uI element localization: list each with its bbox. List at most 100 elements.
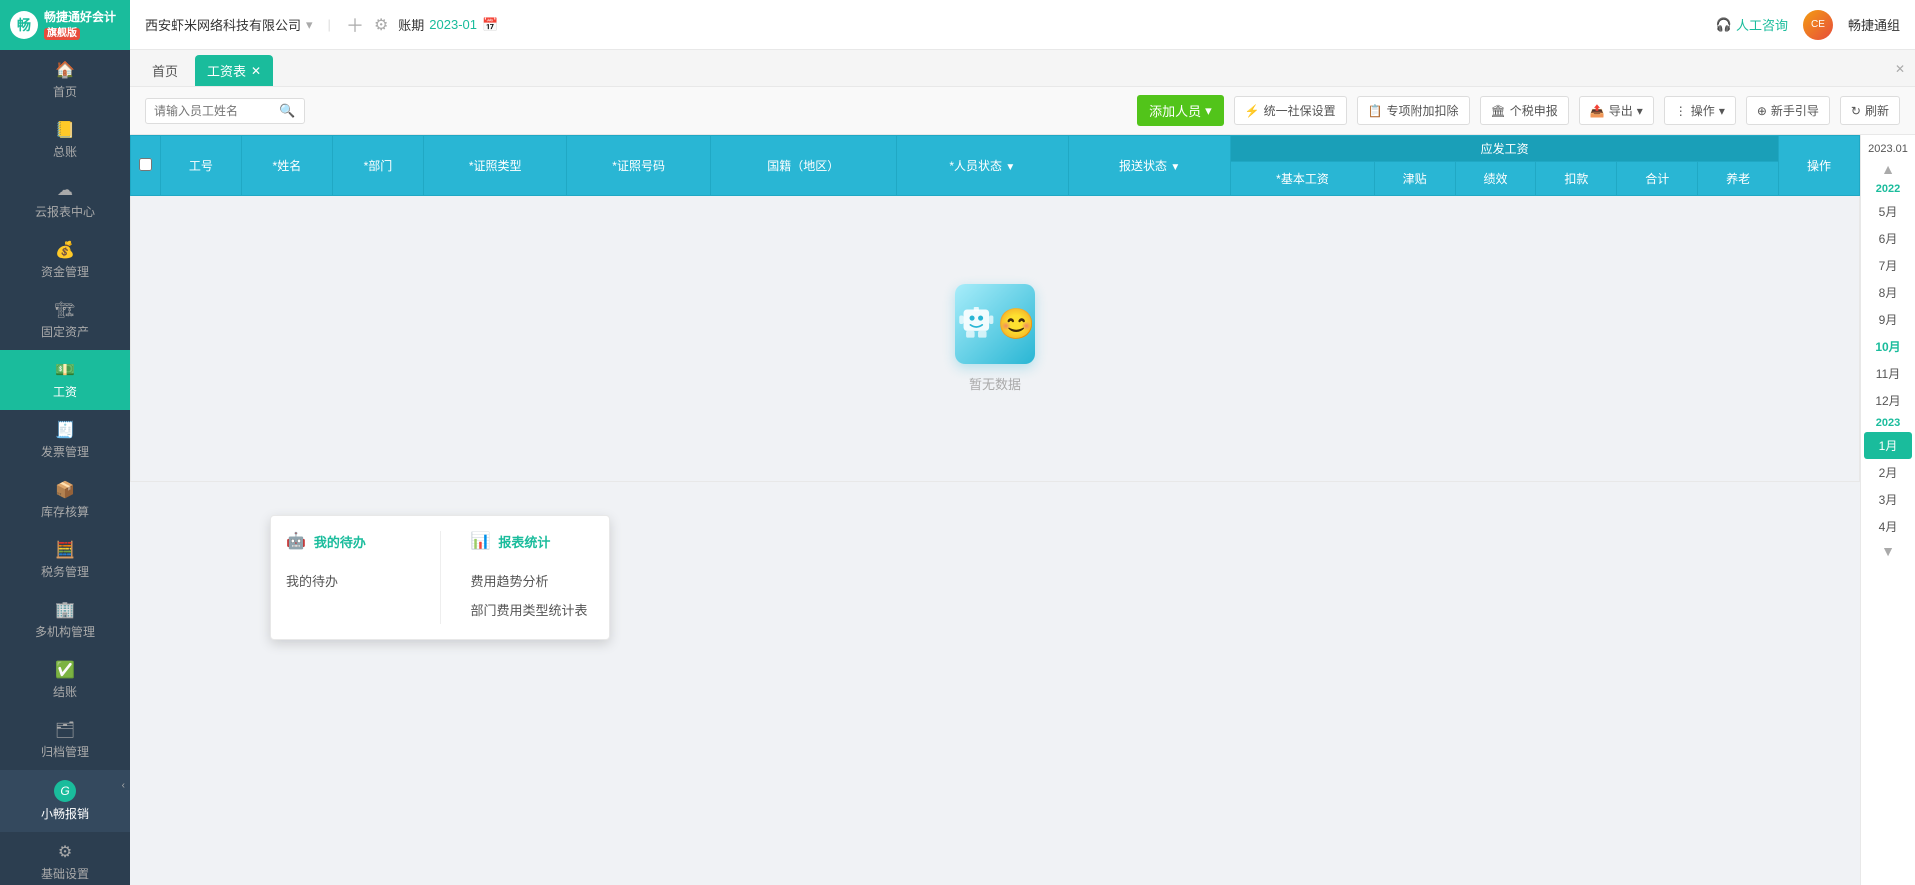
header-id: 工号 [161, 136, 242, 196]
sidebar-item-settlement[interactable]: ✅ 结账 [0, 650, 130, 710]
month-6[interactable]: 6月 [1861, 225, 1915, 252]
refresh-button[interactable]: ↻ 刷新 [1840, 96, 1900, 125]
sidebar-item-multi-org[interactable]: 🏢 多机构管理 [0, 590, 130, 650]
header-dept: *部门 [332, 136, 423, 196]
empty-state-row: 暂无数据 [131, 196, 1860, 482]
checkbox-header[interactable] [131, 136, 161, 196]
add-company-icon[interactable]: ＋ [346, 12, 364, 38]
header-id-type: *证照类型 [423, 136, 566, 196]
sidebar-item-archive[interactable]: 🗂 归档管理 [0, 710, 130, 770]
ledger-icon: 📒 [55, 120, 75, 140]
sidebar-item-label: 多机构管理 [35, 623, 95, 640]
toolbar-right: 添加人员 ▾ ⚡ 统一社保设置 📋 专项附加扣除 🏛 个税申报 📤 导出 ▾ [1137, 95, 1900, 126]
sidebar-item-ledger[interactable]: 📒 总账 [0, 110, 130, 170]
toolbar: 🔍 添加人员 ▾ ⚡ 统一社保设置 📋 专项附加扣除 🏛 个税申报 📤 导出 [130, 87, 1915, 135]
add-person-button[interactable]: 添加人员 ▾ [1137, 95, 1224, 126]
tab-salary-table[interactable]: 工资表 ✕ [195, 55, 273, 86]
user-name[interactable]: 畅捷通组 [1848, 15, 1900, 34]
company-selector[interactable]: 西安虾米网络科技有限公司 ▾ [145, 15, 313, 34]
search-box[interactable]: 🔍 [145, 98, 305, 124]
scroll-up-icon[interactable]: ▲ [1878, 158, 1898, 180]
refresh-icon: ↻ [1851, 104, 1861, 118]
search-input[interactable] [154, 104, 274, 118]
personal-tax-button[interactable]: 🏛 个税申报 [1480, 96, 1569, 125]
sidebar-item-basic[interactable]: ⚙ 基础设置 [0, 832, 130, 885]
popup-item-expense-trend[interactable]: 费用趋势分析 [471, 566, 595, 595]
header-total: 合计 [1617, 162, 1698, 196]
month-5[interactable]: 5月 [1861, 198, 1915, 225]
year-2023-label: 2023 [1876, 414, 1900, 432]
sidebar-item-tax[interactable]: 🧮 税务管理 [0, 530, 130, 590]
header-base-salary: *基本工资 [1231, 162, 1374, 196]
close-all-button[interactable]: ✕ [1895, 62, 1905, 76]
chevron-down-icon: ▾ [1637, 104, 1643, 118]
new-guide-button[interactable]: ⊕ 新手引导 [1746, 96, 1830, 125]
filter-icon[interactable]: ▼ [1005, 162, 1015, 173]
select-all-checkbox[interactable] [139, 158, 152, 171]
chevron-down-icon: ▾ [1205, 103, 1212, 119]
sidebar-item-label: 小畅报销 [41, 805, 89, 822]
month-9[interactable]: 9月 [1861, 306, 1915, 333]
sidebar-item-home[interactable]: 🏠 首页 [0, 50, 130, 110]
filter-icon[interactable]: ▼ [1170, 162, 1180, 173]
search-icon[interactable]: 🔍 [279, 103, 295, 119]
month-12[interactable]: 12月 [1861, 387, 1915, 414]
sidebar-item-label: 归档管理 [41, 743, 89, 760]
inventory-icon: 📦 [55, 480, 75, 500]
sidebar-item-label: 总账 [53, 143, 77, 160]
sidebar-item-invoice[interactable]: 🧾 发票管理 [0, 410, 130, 470]
popup-item-my-todo[interactable]: 我的待办 [286, 566, 410, 595]
sidebar-item-fund[interactable]: 💰 资金管理 [0, 230, 130, 290]
empty-state: 暂无数据 [137, 204, 1853, 473]
popup-item-dept-expense[interactable]: 部门费用类型统计表 [471, 595, 595, 624]
calendar-icon[interactable]: 📅 [482, 17, 498, 33]
export-button[interactable]: 📤 导出 ▾ [1579, 96, 1654, 125]
settings-icon[interactable]: ⚙ [374, 15, 388, 35]
sidebar-item-xiaochang[interactable]: G 小畅报销 ‹ [0, 770, 130, 832]
service-button[interactable]: 🎧 人工咨询 [1716, 15, 1788, 34]
main-content: 西安虾米网络科技有限公司 ▾ | ＋ ⚙ 账期 2023-01 📅 🎧 人工咨询… [130, 0, 1915, 885]
scroll-down-icon[interactable]: ▼ [1878, 540, 1898, 562]
special-deduct-button[interactable]: 📋 专项附加扣除 [1357, 96, 1470, 125]
header-pension: 养老 [1698, 162, 1779, 196]
sidebar-item-label: 基础设置 [41, 865, 89, 882]
logo-icon: 畅 [10, 11, 38, 39]
right-sidebar: 2023.01 ▲ 2022 5月 6月 7月 8月 9月 10月 11月 12… [1860, 135, 1915, 885]
sidebar-item-salary[interactable]: 💵 工资 [0, 350, 130, 410]
month-4-2023[interactable]: 4月 [1861, 513, 1915, 540]
add-person-label: 添加人员 [1149, 101, 1201, 120]
close-icon[interactable]: ✕ [251, 64, 261, 78]
tab-home[interactable]: 首页 [140, 55, 190, 86]
table-container: 工号 *姓名 *部门 *证照类型 *证照号码 国籍（地区） *人员状态 ▼ 报送… [130, 135, 1860, 885]
op-icon: ⋮ [1675, 104, 1687, 118]
month-3-2023[interactable]: 3月 [1861, 486, 1915, 513]
sidebar-item-cloud-report[interactable]: ☁ 云报表中心 [0, 170, 130, 230]
header-performance: 绩效 [1455, 162, 1536, 196]
chart-icon: 📊 [471, 531, 491, 551]
separator: | [328, 17, 331, 32]
tab-salary-label: 工资表 [207, 61, 246, 80]
month-1-2023[interactable]: 1月 [1864, 432, 1912, 459]
social-insurance-button[interactable]: ⚡ 统一社保设置 [1234, 96, 1347, 125]
header-operations: 操作 [1779, 136, 1860, 196]
popup-section1: 🤖 我的待办 我的待办 [286, 531, 410, 624]
empty-text: 暂无数据 [969, 374, 1021, 393]
sidebar-nav: 🏠 首页 📒 总账 ☁ 云报表中心 💰 资金管理 🏗 固定资产 💵 工资 🧾 发… [0, 50, 130, 885]
collapse-icon: ‹ [122, 780, 125, 791]
settings-icon: ⚙ [58, 842, 72, 862]
popup-section2: 📊 报表统计 费用趋势分析 部门费用类型统计表 [471, 531, 595, 624]
month-2-2023[interactable]: 2月 [1861, 459, 1915, 486]
operation-button[interactable]: ⋮ 操作 ▾ [1664, 96, 1736, 125]
header-name: *姓名 [241, 136, 332, 196]
sidebar-item-label: 库存核算 [41, 503, 89, 520]
month-11[interactable]: 11月 [1861, 360, 1915, 387]
sidebar-item-fixed-asset[interactable]: 🏗 固定资产 [0, 290, 130, 350]
month-10[interactable]: 10月 [1861, 333, 1915, 360]
sidebar-item-label: 云报表中心 [35, 203, 95, 220]
period-value: 2023-01 [429, 17, 477, 32]
month-8[interactable]: 8月 [1861, 279, 1915, 306]
month-7[interactable]: 7月 [1861, 252, 1915, 279]
home-icon: 🏠 [55, 60, 75, 80]
company-name: 西安虾米网络科技有限公司 [145, 15, 301, 34]
sidebar-item-inventory[interactable]: 📦 库存核算 [0, 470, 130, 530]
